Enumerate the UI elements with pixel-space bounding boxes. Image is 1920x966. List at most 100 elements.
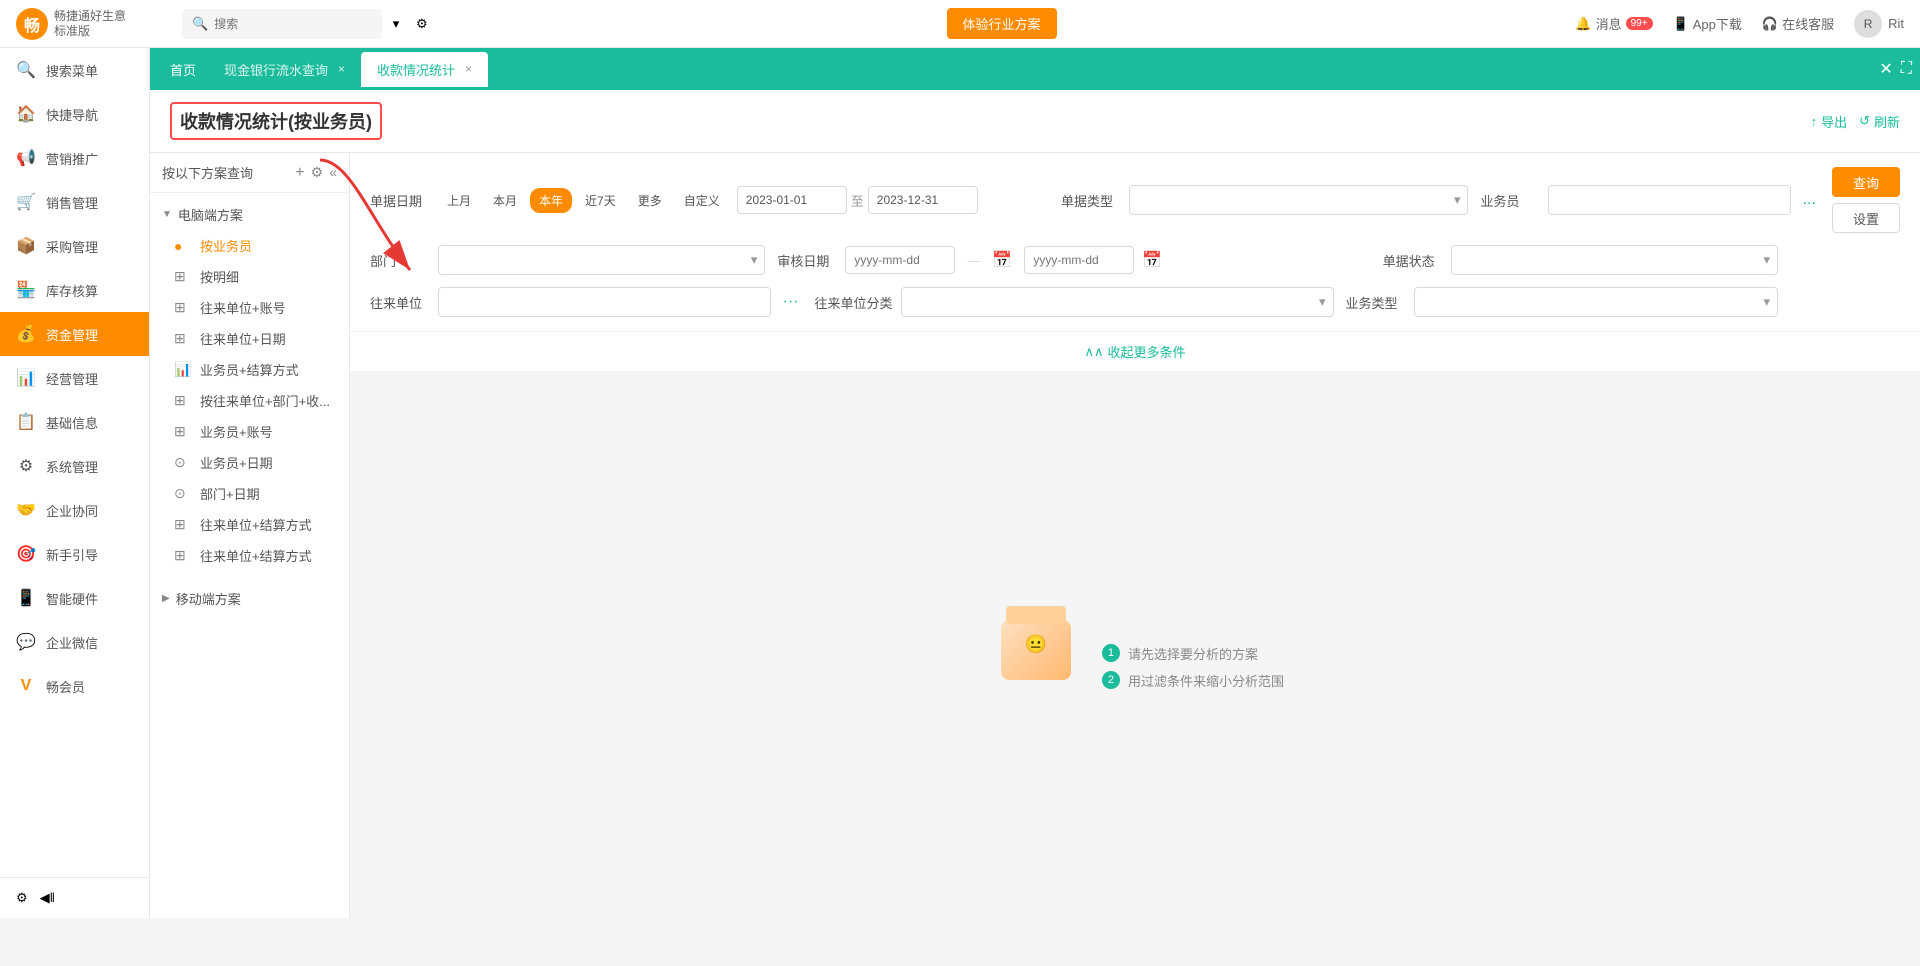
review-date-to-input[interactable] (1024, 246, 1134, 274)
sidebar-item-inventory[interactable]: 🏪 库存核算 (0, 268, 149, 312)
tab-cashflow-label: 现金银行流水查询 (224, 60, 328, 79)
date-btn-last-month[interactable]: 上月 (438, 188, 480, 213)
tip-num-2: 2 (1102, 671, 1120, 689)
counterpart-input[interactable] (438, 287, 771, 317)
department-select[interactable] (438, 245, 765, 275)
sidebar-item-finance[interactable]: 💰 资金管理 (0, 312, 149, 356)
gear-settings-icon[interactable]: ⚙ (416, 16, 428, 32)
guide-icon: 🎯 (16, 544, 36, 564)
refresh-button[interactable]: ↺ 刷新 (1859, 112, 1900, 131)
detail-scheme-icon: ⊞ (174, 268, 192, 285)
scheme-item-salesman-date[interactable]: ⊙ 业务员+日期 (150, 447, 349, 478)
scheme-item-by-salesman[interactable]: ● 按业务员 (150, 230, 349, 261)
counterpart-category-label: 往来单位分类 (815, 293, 893, 312)
date-to-input[interactable] (868, 186, 978, 214)
sidebar-item-label: 新手引导 (46, 545, 98, 564)
sidebar-item-guide[interactable]: 🎯 新手引导 (0, 532, 149, 576)
sidebar-item-system[interactable]: ⚙ 系统管理 (0, 444, 149, 488)
sales-icon: 🛒 (16, 192, 36, 212)
salesman-payment-icon: 📊 (174, 361, 192, 378)
scheme-item-label: 往来单位+账号 (200, 298, 286, 317)
trial-btn[interactable]: 体验行业方案 (947, 8, 1057, 39)
tab-home[interactable]: 首页 (158, 52, 208, 87)
scheme-group-mobile: ▶ 移动端方案 (150, 577, 349, 620)
scheme-item-label: 往来单位+日期 (200, 329, 286, 348)
unit-date-icon: ⊞ (174, 330, 192, 347)
scheme-collapse-icon[interactable]: « (329, 164, 337, 182)
scheme-item-detail[interactable]: ⊞ 按明细 (150, 261, 349, 292)
user-name: Rit (1888, 16, 1904, 31)
counterpart-more-icon[interactable]: ··· (783, 293, 799, 311)
scheme-item-unit-dept[interactable]: ⊞ 按往来单位+部门+收... (150, 385, 349, 416)
online-service-area[interactable]: 🎧 在线客服 (1762, 14, 1834, 33)
salesman-more-icon[interactable]: ... (1803, 191, 1816, 209)
sidebar-item-weixin[interactable]: 💬 企业微信 (0, 620, 149, 664)
service-label: 在线客服 (1782, 14, 1834, 33)
sidebar-item-label: 系统管理 (46, 457, 98, 476)
search-menu-icon: 🔍 (16, 60, 36, 80)
scheme-settings-icon[interactable]: ⚙ (311, 164, 324, 182)
voucher-status-field: 单据状态 (1383, 245, 1778, 275)
export-icon: ↑ (1811, 114, 1818, 129)
dropdown-chevron-icon[interactable]: ▾ (388, 16, 404, 32)
sidebar-item-marketing[interactable]: 📢 营销推广 (0, 136, 149, 180)
voucher-status-select-wrapper (1451, 245, 1778, 275)
date-btn-7days[interactable]: 近7天 (576, 188, 625, 213)
review-date-from-input[interactable] (845, 246, 955, 274)
scheme-item-unit-account[interactable]: ⊞ 往来单位+账号 (150, 292, 349, 323)
tab-maximize-icon[interactable]: ⛶ (1901, 60, 1912, 78)
review-date-to-calendar-icon[interactable]: 📅 (1142, 250, 1162, 270)
sidebar-item-quicknav[interactable]: 🏠 快捷导航 (0, 92, 149, 136)
settings-bottom-icon[interactable]: ⚙ (16, 890, 28, 906)
query-button[interactable]: 查询 (1832, 167, 1900, 197)
sidebar-item-search[interactable]: 🔍 搜索菜单 (0, 48, 149, 92)
counterpart-category-select[interactable] (901, 287, 1334, 317)
tab-cashflow-close-icon[interactable]: × (338, 62, 345, 76)
voucher-type-select[interactable] (1129, 185, 1468, 215)
scheme-item-dept-date[interactable]: ⊙ 部门+日期 (150, 478, 349, 509)
search-input[interactable] (214, 17, 364, 31)
scheme-item-unit-payment1[interactable]: ⊞ 往来单位+结算方式 (150, 509, 349, 540)
scheme-item-salesman-payment[interactable]: 📊 业务员+结算方式 (150, 354, 349, 385)
collapse-row[interactable]: ∧∧ 收起更多条件 (350, 332, 1920, 371)
sidebar-item-purchase[interactable]: 📦 采购管理 (0, 224, 149, 268)
department-field: 部门 (370, 245, 765, 275)
header-search-box[interactable]: 🔍 (182, 9, 382, 39)
scheme-group-pc-header[interactable]: ▼ 电脑端方案 (150, 199, 349, 230)
date-btn-this-year[interactable]: 本年 (530, 188, 572, 213)
empty-illustration: 😐 (986, 600, 1086, 690)
date-btn-this-month[interactable]: 本月 (484, 188, 526, 213)
scheme-item-label: 往来单位+结算方式 (200, 546, 312, 565)
app-download-area[interactable]: 📱 App下载 (1673, 14, 1742, 33)
business-type-select[interactable] (1414, 287, 1779, 317)
sidebar-item-basic-info[interactable]: 📋 基础信息 (0, 400, 149, 444)
sidebar-item-management[interactable]: 📊 经营管理 (0, 356, 149, 400)
sidebar-item-collab[interactable]: 🤝 企业协同 (0, 488, 149, 532)
tab-collections-close-icon[interactable]: × (465, 62, 472, 76)
settings-button[interactable]: 设置 (1832, 203, 1900, 233)
sidebar-item-hardware[interactable]: 📱 智能硬件 (0, 576, 149, 620)
tab-close-window-icon[interactable]: ✕ (1879, 59, 1892, 79)
sidebar-item-sales[interactable]: 🛒 销售管理 (0, 180, 149, 224)
date-btn-more[interactable]: 更多 (629, 188, 671, 213)
tab-cashflow[interactable]: 现金银行流水查询 × (208, 52, 361, 87)
scheme-add-icon[interactable]: + (295, 164, 304, 182)
review-date-from-calendar-icon[interactable]: 📅 (992, 250, 1012, 270)
scheme-group-mobile-header[interactable]: ▶ 移动端方案 (150, 583, 349, 614)
scheme-item-unit-date[interactable]: ⊞ 往来单位+日期 (150, 323, 349, 354)
refresh-label: 刷新 (1874, 112, 1900, 131)
date-btn-custom[interactable]: 自定义 (675, 188, 729, 213)
date-label: 单据日期 (370, 191, 430, 210)
notification-area[interactable]: 🔔 消息 99+ (1575, 14, 1652, 33)
scheme-item-unit-payment2[interactable]: ⊞ 往来单位+结算方式 (150, 540, 349, 571)
scheme-item-label: 部门+日期 (200, 484, 260, 503)
voucher-status-select[interactable] (1451, 245, 1778, 275)
date-from-input[interactable] (737, 186, 847, 214)
scheme-item-salesman-account[interactable]: ⊞ 业务员+账号 (150, 416, 349, 447)
salesman-input[interactable] (1548, 185, 1790, 215)
hardware-icon: 📱 (16, 588, 36, 608)
export-button[interactable]: ↑ 导出 (1811, 112, 1848, 131)
collapse-sidebar-icon[interactable]: ◀‖ (40, 890, 55, 906)
sidebar-item-member[interactable]: V 畅会员 (0, 664, 149, 708)
tab-collections[interactable]: 收款情况统计 × (361, 52, 488, 87)
